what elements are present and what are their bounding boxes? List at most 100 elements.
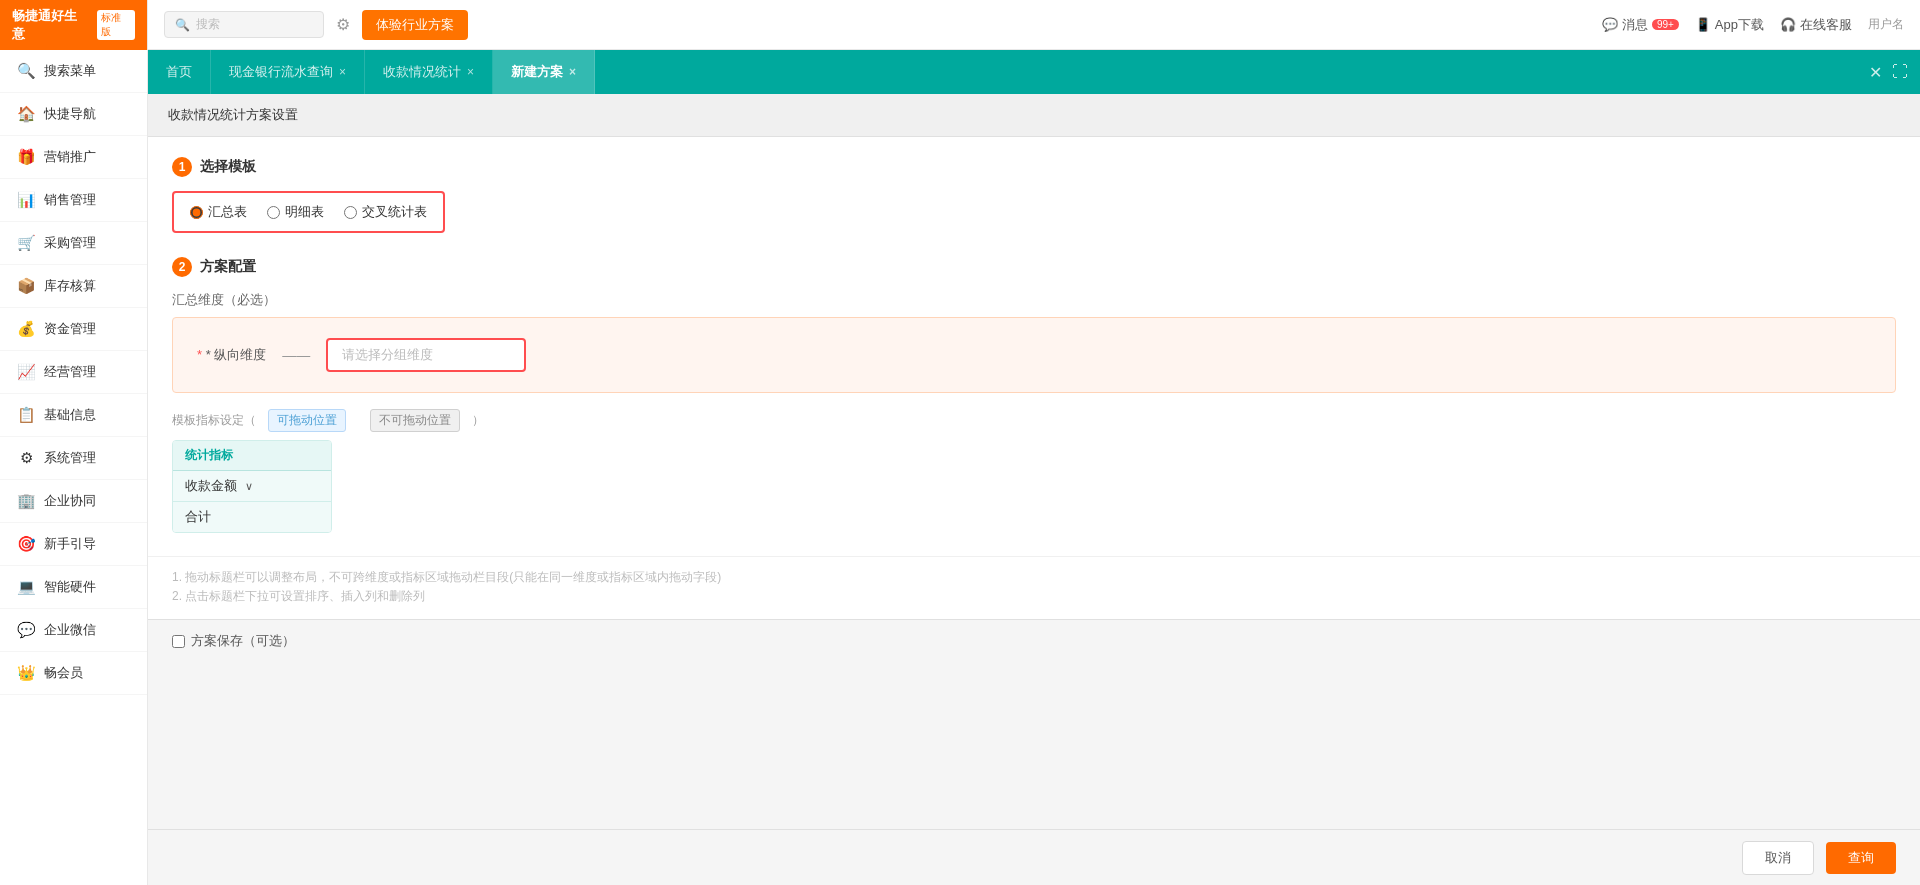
step2-title: 方案配置 <box>200 258 256 276</box>
metrics-row-0[interactable]: 收款金额 ∨ <box>173 471 331 502</box>
sidebar-item-label: 畅会员 <box>44 664 83 682</box>
no-drag-badge: 不可拖动位置 <box>370 409 460 432</box>
sidebar: 畅捷通好生意 标准版 🔍 搜索菜单 🏠 快捷导航 🎁 营销推广 📊 销售管理 🛒… <box>0 0 148 885</box>
metrics-row-1: 合计 <box>173 502 331 532</box>
metrics-hint: 模板指标设定（ 可拖动位置 不可拖动位置 ） <box>172 409 1896 432</box>
message-btn[interactable]: 💬 消息 99+ <box>1602 16 1679 34</box>
metrics-row-1-label: 合计 <box>185 508 211 526</box>
metrics-header: 统计指标 <box>173 441 331 471</box>
dim-arrow: —— <box>282 347 310 363</box>
save-label: 方案保存（可选） <box>191 632 295 650</box>
metrics-row-0-label: 收款金额 <box>185 477 237 495</box>
sidebar-item-purchase[interactable]: 🛒 采购管理 <box>0 222 147 265</box>
step2-label: 2 方案配置 <box>172 257 1896 277</box>
username-display: 用户名 <box>1868 16 1904 33</box>
radio-detail-label: 明细表 <box>285 203 324 221</box>
step1-label: 1 选择模板 <box>172 157 1896 177</box>
building-icon: 🏢 <box>16 492 36 510</box>
sidebar-item-search-menu[interactable]: 🔍 搜索菜单 <box>0 50 147 93</box>
tab-new-plan-label: 新建方案 <box>511 63 563 81</box>
download-icon: 📱 <box>1695 17 1711 32</box>
tab-receipt-stats[interactable]: 收款情况统计 × <box>365 50 493 94</box>
app-label: App下载 <box>1715 16 1764 34</box>
save-checkbox-input[interactable] <box>172 635 185 648</box>
sidebar-item-enterprise[interactable]: 🏢 企业协同 <box>0 480 147 523</box>
crown-icon: 👑 <box>16 664 36 682</box>
tab-receipt-stats-close[interactable]: × <box>467 65 474 79</box>
metrics-chevron-icon[interactable]: ∨ <box>245 480 253 493</box>
clipboard-icon: 📋 <box>16 406 36 424</box>
search-menu-icon: 🔍 <box>16 62 36 80</box>
tabbar-controls: ✕ ⛶ <box>1857 50 1920 94</box>
sidebar-item-newbie[interactable]: 🎯 新手引导 <box>0 523 147 566</box>
vertical-dim-text: * 纵向维度 <box>206 347 267 362</box>
sidebar-item-marketing[interactable]: 🎁 营销推广 <box>0 136 147 179</box>
trial-btn[interactable]: 体验行业方案 <box>362 10 468 40</box>
sidebar-item-finance[interactable]: 💰 资金管理 <box>0 308 147 351</box>
query-button[interactable]: 查询 <box>1826 842 1896 874</box>
radio-detail-input[interactable] <box>267 206 280 219</box>
sidebar-item-operation[interactable]: 📈 经营管理 <box>0 351 147 394</box>
radio-summary[interactable]: 汇总表 <box>190 203 247 221</box>
tips-section: 1. 拖动标题栏可以调整布局，不可跨维度或指标区域拖动栏目段(只能在同一维度或指… <box>148 556 1920 619</box>
content-area: 收款情况统计方案设置 1 选择模板 汇总表 <box>148 94 1920 829</box>
sidebar-item-wechat[interactable]: 💬 企业微信 <box>0 609 147 652</box>
operation-icon: 📈 <box>16 363 36 381</box>
home-icon: 🏠 <box>16 105 36 123</box>
sidebar-item-inventory[interactable]: 📦 库存核算 <box>0 265 147 308</box>
step1-num: 1 <box>172 157 192 177</box>
radio-cross-input[interactable] <box>344 206 357 219</box>
sidebar-item-smart-hw[interactable]: 💻 智能硬件 <box>0 566 147 609</box>
sidebar-item-label: 企业微信 <box>44 621 96 639</box>
vertical-dim-label: * * 纵向维度 <box>197 346 266 364</box>
sidebar-item-label: 销售管理 <box>44 191 96 209</box>
radio-cross[interactable]: 交叉统计表 <box>344 203 427 221</box>
sidebar-item-label: 新手引导 <box>44 535 96 553</box>
sidebar-item-quick-nav[interactable]: 🏠 快捷导航 <box>0 93 147 136</box>
tab-home[interactable]: 首页 <box>148 50 211 94</box>
cancel-button[interactable]: 取消 <box>1742 841 1814 875</box>
sidebar-item-basic-info[interactable]: 📋 基础信息 <box>0 394 147 437</box>
box-icon: 📦 <box>16 277 36 295</box>
tab-cash-flow-close[interactable]: × <box>339 65 346 79</box>
drag-badge: 可拖动位置 <box>268 409 346 432</box>
dimension-area: * * 纵向维度 —— 请选择分组维度 <box>172 317 1896 393</box>
target-icon: 🎯 <box>16 535 36 553</box>
expand-window-icon[interactable]: ⛶ <box>1892 63 1908 81</box>
step2-num: 2 <box>172 257 192 277</box>
sidebar-item-sales[interactable]: 📊 销售管理 <box>0 179 147 222</box>
search-box[interactable]: 🔍 搜索 <box>164 11 324 38</box>
online-service-btn[interactable]: 🎧 在线客服 <box>1780 16 1852 34</box>
radio-detail[interactable]: 明细表 <box>267 203 324 221</box>
radio-summary-label: 汇总表 <box>208 203 247 221</box>
save-section: 方案保存（可选） <box>148 619 1920 662</box>
vertical-dim-row: * * 纵向维度 —— 请选择分组维度 <box>197 338 1871 372</box>
step1-title: 选择模板 <box>200 158 256 176</box>
close-window-icon[interactable]: ✕ <box>1869 63 1882 82</box>
tab-new-plan[interactable]: 新建方案 × <box>493 50 595 94</box>
sidebar-item-member[interactable]: 👑 畅会员 <box>0 652 147 695</box>
chat-icon: 💬 <box>16 621 36 639</box>
save-checkbox-label[interactable]: 方案保存（可选） <box>172 632 295 650</box>
radio-summary-input[interactable] <box>190 206 203 219</box>
tab-receipt-stats-label: 收款情况统计 <box>383 63 461 81</box>
settings-icon[interactable]: ⚙ <box>336 15 350 34</box>
cart-icon: 🛒 <box>16 234 36 252</box>
summary-dim-label: 汇总维度（必选） <box>172 291 1896 309</box>
message-badge: 99+ <box>1652 19 1679 30</box>
tabbar: 首页 现金银行流水查询 × 收款情况统计 × 新建方案 × ✕ ⛶ <box>148 50 1920 94</box>
tab-cash-flow[interactable]: 现金银行流水查询 × <box>211 50 365 94</box>
app-download-btn[interactable]: 📱 App下载 <box>1695 16 1764 34</box>
logo-text: 畅捷通好生意 <box>12 7 89 43</box>
sidebar-item-label: 搜索菜单 <box>44 62 96 80</box>
page-title: 收款情况统计方案设置 <box>168 107 298 122</box>
template-selection-box: 汇总表 明细表 交叉统计表 <box>172 191 445 233</box>
topbar-left: 🔍 搜索 ⚙ 体验行业方案 <box>164 10 468 40</box>
tab-cash-flow-label: 现金银行流水查询 <box>229 63 333 81</box>
sidebar-item-label: 企业协同 <box>44 492 96 510</box>
step1-section: 1 选择模板 汇总表 明细表 <box>148 137 1920 253</box>
sidebar-item-system[interactable]: ⚙ 系统管理 <box>0 437 147 480</box>
main-area: 🔍 搜索 ⚙ 体验行业方案 💬 消息 99+ 📱 App下载 🎧 在线客服 用户… <box>148 0 1920 885</box>
dim-input[interactable]: 请选择分组维度 <box>326 338 526 372</box>
tab-new-plan-close[interactable]: × <box>569 65 576 79</box>
